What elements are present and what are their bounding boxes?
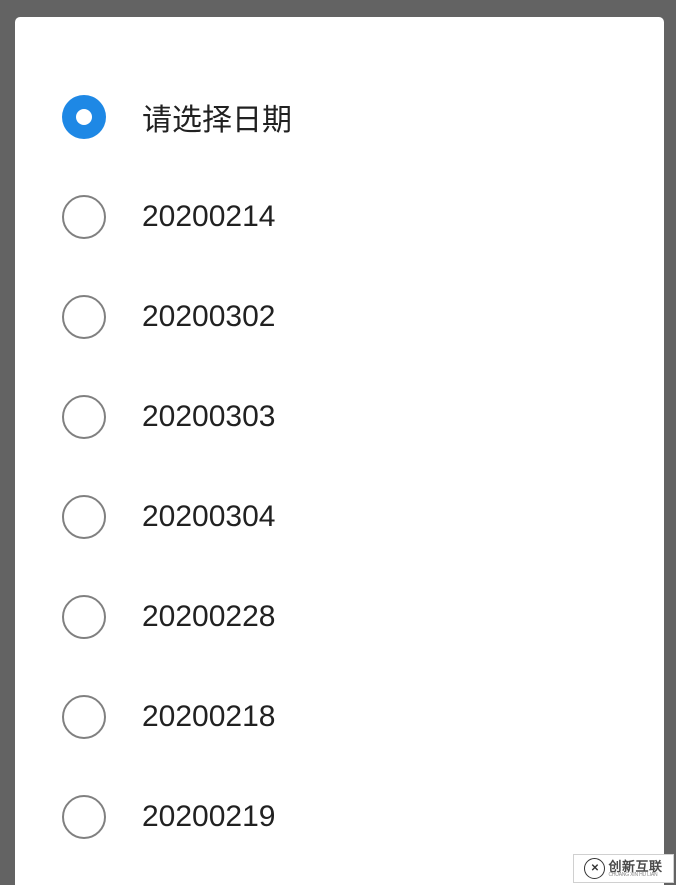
option-date[interactable]: 20200304 [62,469,664,565]
option-date[interactable]: 20200228 [62,569,664,665]
option-list: 请选择日期 20200214 20200302 20200303 2020030… [15,17,664,865]
watermark-subtitle: CHUANG XIN HU LIAN [608,873,662,878]
radio-unselected-icon [62,195,106,239]
radio-unselected-icon [62,495,106,539]
option-date[interactable]: 20200303 [62,369,664,465]
watermark: 创新互联 CHUANG XIN HU LIAN [573,854,674,883]
option-label: 请选择日期 [142,95,292,139]
option-label: 20200228 [142,600,275,634]
radio-unselected-icon [62,595,106,639]
option-date[interactable]: 20200218 [62,669,664,765]
option-label: 20200303 [142,400,275,434]
radio-unselected-icon [62,395,106,439]
option-label: 20200304 [142,500,275,534]
option-date[interactable]: 20200302 [62,269,664,365]
option-date[interactable]: 20200219 [62,769,664,865]
radio-unselected-icon [62,795,106,839]
option-date[interactable]: 20200214 [62,169,664,265]
option-label: 20200302 [142,300,275,334]
date-picker-dialog: 请选择日期 20200214 20200302 20200303 2020030… [15,17,664,885]
option-label: 20200218 [142,700,275,734]
watermark-text: 创新互联 CHUANG XIN HU LIAN [608,860,662,878]
option-label: 20200219 [142,800,275,834]
radio-selected-icon [62,95,106,139]
radio-unselected-icon [62,295,106,339]
radio-unselected-icon [62,695,106,739]
option-select-date-prompt[interactable]: 请选择日期 [62,69,664,165]
option-label: 20200214 [142,200,275,234]
watermark-logo-icon [584,858,605,879]
watermark-brand: 创新互联 [608,860,662,873]
